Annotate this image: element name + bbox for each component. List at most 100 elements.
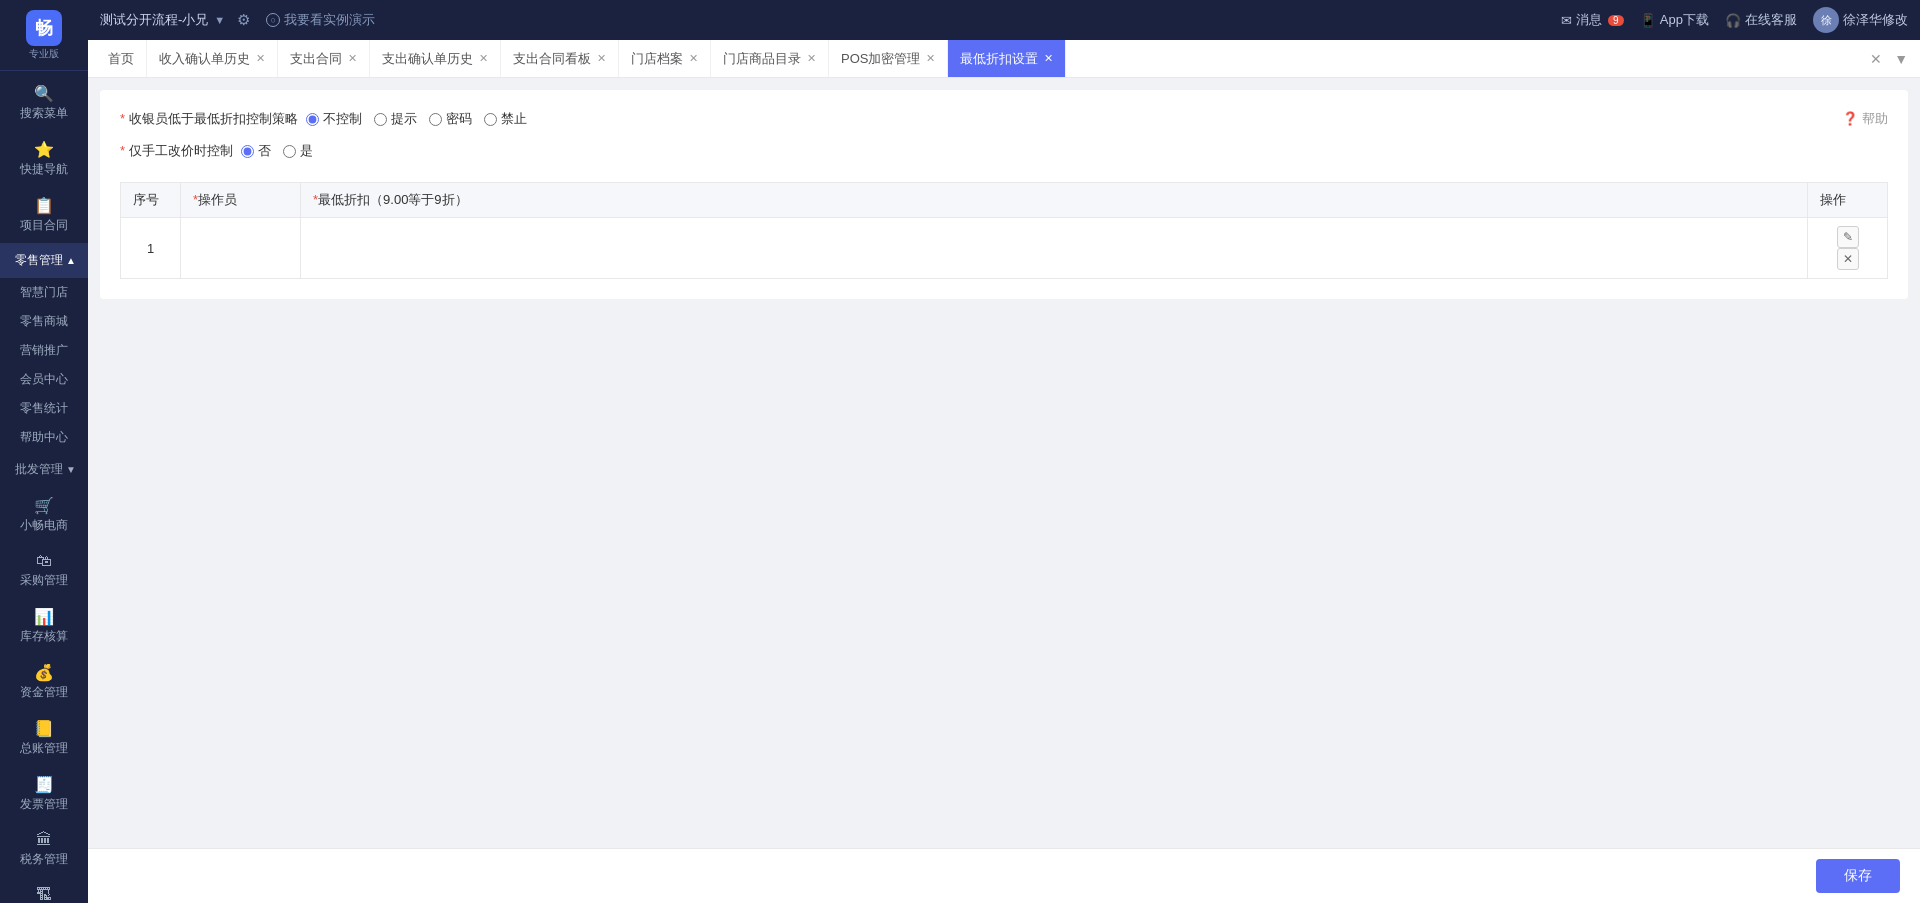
sidebar-item-purchase[interactable]: 🛍 采购管理 [0, 543, 88, 598]
sidebar-item-retail[interactable]: 零售管理 ▲ [0, 243, 88, 278]
tab-expense-board-close[interactable]: ✕ [597, 52, 606, 65]
tab-min-discount-close[interactable]: ✕ [1044, 52, 1053, 65]
radio-manual-yes-input[interactable] [283, 145, 296, 158]
tab-expense-contract-close[interactable]: ✕ [348, 52, 357, 65]
bottom-bar: 保存 [88, 848, 1920, 903]
sidebar-label-invoice: 发票管理 [20, 796, 68, 813]
tab-income-history-close[interactable]: ✕ [256, 52, 265, 65]
app-download-item[interactable]: 📱 App下载 [1640, 11, 1709, 29]
row-delete-button[interactable]: ✕ [1837, 248, 1859, 270]
tab-home-label: 首页 [108, 50, 134, 68]
save-button[interactable]: 保存 [1816, 859, 1900, 893]
radio-remind-label: 提示 [391, 110, 417, 128]
sidebar-item-ledger[interactable]: 📒 总账管理 [0, 710, 88, 766]
content-panel: * 收银员低于最低折扣控制策略 不控制 提示 密码 [100, 90, 1908, 299]
col-header-actions: 操作 [1808, 183, 1888, 218]
radio-manual-no[interactable]: 否 [241, 142, 271, 160]
tab-expense-board[interactable]: 支出合同看板 ✕ [501, 40, 619, 78]
sidebar-item-tax[interactable]: 🏛 税务管理 [0, 822, 88, 877]
tab-store-products-close[interactable]: ✕ [807, 52, 816, 65]
cashier-strategy-row: * 收银员低于最低折扣控制策略 不控制 提示 密码 [120, 110, 1888, 128]
radio-manual-yes[interactable]: 是 [283, 142, 313, 160]
tab-min-discount-label: 最低折扣设置 [960, 50, 1038, 68]
radio-manual-no-input[interactable] [241, 145, 254, 158]
row-edit-button[interactable]: ✎ [1837, 226, 1859, 248]
radio-password[interactable]: 密码 [429, 110, 472, 128]
tab-expense-contract[interactable]: 支出合同 ✕ [278, 40, 370, 78]
sidebar-item-wholesale[interactable]: 批发管理 ▼ [0, 452, 88, 487]
radio-ban-input[interactable] [484, 113, 497, 126]
radio-remind-input[interactable] [374, 113, 387, 126]
sidebar-item-project[interactable]: 📋 项目合同 [0, 187, 88, 243]
tabbar-actions: ✕ ▼ [1866, 49, 1912, 69]
tab-store-products-label: 门店商品目录 [723, 50, 801, 68]
app-download-label: App下载 [1660, 11, 1709, 29]
sidebar-label-search: 搜索菜单 [20, 105, 68, 122]
logo-area: 畅 专业版 [0, 0, 88, 71]
sidebar-label-ecommerce: 小畅电商 [20, 517, 68, 534]
contract-icon: 📋 [34, 196, 54, 215]
sidebar-label-quicknav: 快捷导航 [20, 161, 68, 178]
project-name: 测试分开流程-小兄 [100, 11, 208, 29]
sidebar-item-mall[interactable]: 零售商城 [0, 307, 88, 336]
user-menu[interactable]: 徐 徐泽华修改 [1813, 7, 1908, 33]
tab-income-history[interactable]: 收入确认单历史 ✕ [147, 40, 278, 78]
tab-pos-encrypt[interactable]: POS加密管理 ✕ [829, 40, 948, 78]
sidebar-item-search[interactable]: 🔍 搜索菜单 [0, 75, 88, 131]
topbar-gear-icon[interactable]: ⚙ [237, 11, 250, 29]
col-header-seq: 序号 [121, 183, 181, 218]
tab-home[interactable]: 首页 [96, 40, 147, 78]
sidebar-item-quicknav[interactable]: ⭐ 快捷导航 [0, 131, 88, 187]
sidebar-item-retail-stats[interactable]: 零售统计 [0, 394, 88, 423]
sidebar-item-ecommerce[interactable]: 🛒 小畅电商 [0, 487, 88, 543]
online-service-label: 在线客服 [1745, 11, 1797, 29]
topbar-right: ✉ 消息 9 📱 App下载 🎧 在线客服 徐 徐泽华修改 [1561, 7, 1908, 33]
app-download-icon: 📱 [1640, 13, 1656, 28]
sidebar-label-project: 项目合同 [20, 217, 68, 234]
radio-no-control[interactable]: 不控制 [306, 110, 362, 128]
demo-link[interactable]: ○ 我要看实例演示 [266, 11, 375, 29]
sidebar-label-fund: 资金管理 [20, 684, 68, 701]
sidebar-item-fund[interactable]: 💰 资金管理 [0, 654, 88, 710]
project-dropdown-icon: ▼ [214, 14, 225, 26]
fund-icon: 💰 [34, 663, 54, 682]
online-service-item[interactable]: 🎧 在线客服 [1725, 11, 1797, 29]
tab-expense-board-label: 支出合同看板 [513, 50, 591, 68]
sidebar-item-marketing[interactable]: 营销推广 [0, 336, 88, 365]
message-icon: ✉ [1561, 13, 1572, 28]
radio-password-input[interactable] [429, 113, 442, 126]
discount-table: 序号 *操作员 *最低折扣（9.00等于9折） 操作 [120, 182, 1888, 279]
tab-menu-icon[interactable]: ▼ [1890, 49, 1912, 69]
tab-expense-history[interactable]: 支出确认单历史 ✕ [370, 40, 501, 78]
tab-store-profile-close[interactable]: ✕ [689, 52, 698, 65]
manual-price-row: * 仅手工改价时控制 否 是 [120, 142, 1888, 160]
tab-min-discount[interactable]: 最低折扣设置 ✕ [948, 40, 1066, 78]
cashier-radio-group: 不控制 提示 密码 禁止 [306, 110, 527, 128]
col-discount-label-text: 最低折扣（9.00等于9折） [318, 192, 468, 207]
tab-close-all-icon[interactable]: ✕ [1866, 49, 1886, 69]
sidebar-item-help[interactable]: 帮助中心 [0, 423, 88, 452]
table-container: 序号 *操作员 *最低折扣（9.00等于9折） 操作 [120, 174, 1888, 279]
tab-store-profile[interactable]: 门店档案 ✕ [619, 40, 711, 78]
tax-icon: 🏛 [36, 831, 52, 849]
chevron-up-icon: ▲ [66, 255, 76, 266]
sidebar-item-inventory[interactable]: 📊 库存核算 [0, 598, 88, 654]
sidebar-item-invoice[interactable]: 🧾 发票管理 [0, 766, 88, 822]
radio-no-control-input[interactable] [306, 113, 319, 126]
sidebar-item-smart-store[interactable]: 智慧门店 [0, 278, 88, 307]
message-item[interactable]: ✉ 消息 9 [1561, 11, 1624, 29]
radio-remind[interactable]: 提示 [374, 110, 417, 128]
sidebar-item-asset[interactable]: 🏗 固定资产 [0, 877, 88, 903]
sidebar-item-member[interactable]: 会员中心 [0, 365, 88, 394]
table-row: 1 ✎ ✕ [121, 218, 1888, 279]
manual-price-text: 仅手工改价时控制 [129, 143, 233, 158]
tab-expense-history-close[interactable]: ✕ [479, 52, 488, 65]
tab-store-products[interactable]: 门店商品目录 ✕ [711, 40, 829, 78]
logo-text: 专业版 [29, 48, 59, 60]
tab-pos-encrypt-close[interactable]: ✕ [926, 52, 935, 65]
project-selector[interactable]: 测试分开流程-小兄 ▼ [100, 11, 225, 29]
radio-ban[interactable]: 禁止 [484, 110, 527, 128]
purchase-icon: 🛍 [36, 552, 52, 570]
help-icon[interactable]: ❓ 帮助 [1842, 110, 1888, 128]
cell-actions: ✎ ✕ [1808, 218, 1888, 279]
